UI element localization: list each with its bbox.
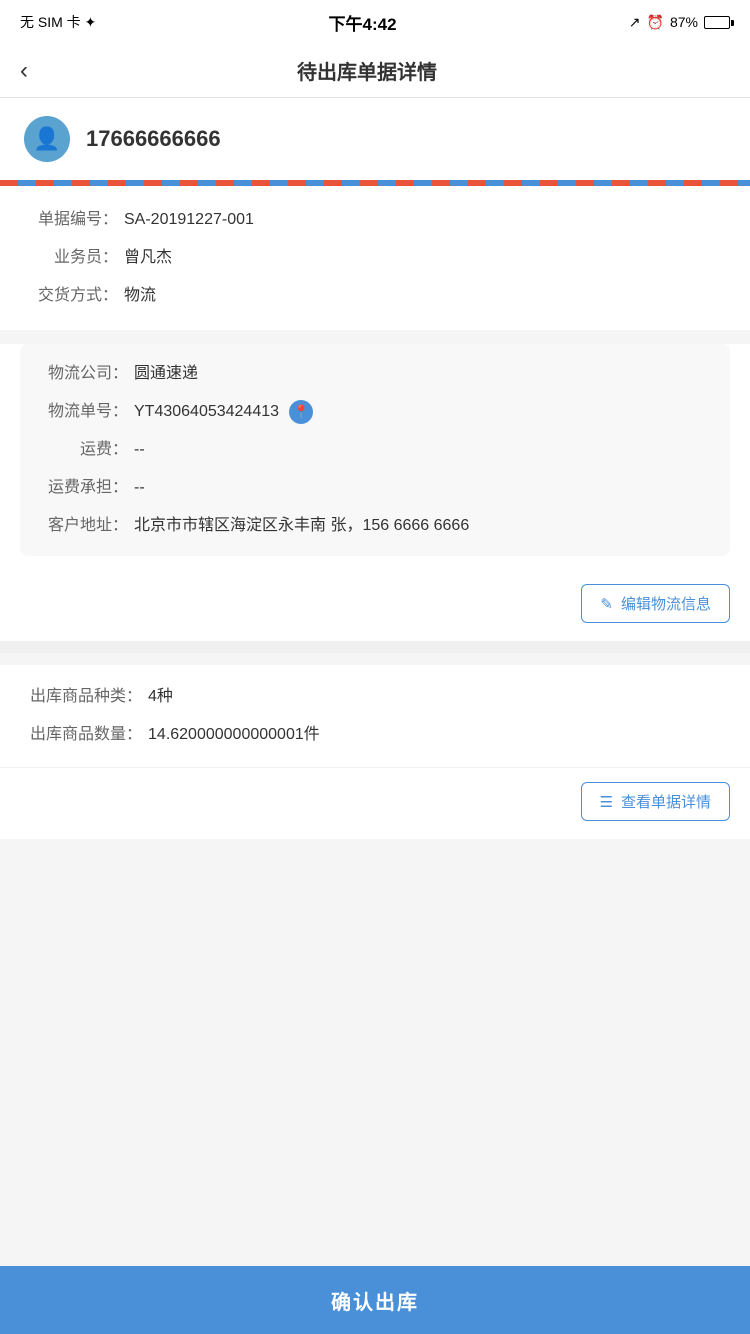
status-left: 无 SIM 卡 ✦: [20, 12, 96, 32]
salesman-value: 曾凡杰: [124, 246, 720, 270]
logistics-company-row: 物流公司： 圆通速递: [40, 362, 710, 386]
address-row: 客户地址： 北京市市辖区海淀区永丰南 张，156 6666 6666: [40, 514, 710, 538]
goods-type-label: 出库商品种类：: [30, 685, 142, 709]
battery-text: 87%: [670, 14, 698, 30]
salesman-label: 业务员：: [30, 246, 118, 270]
edit-btn-row: ✎ 编辑物流信息: [0, 570, 750, 641]
view-detail-btn-label: 查看单据详情: [621, 791, 711, 812]
freight-label: 运费：: [40, 438, 128, 462]
battery-icon: [704, 16, 730, 29]
doc-no-row: 单据编号： SA-20191227-001: [30, 208, 720, 232]
view-detail-button[interactable]: ☰ 查看单据详情: [581, 782, 730, 821]
confirm-btn-bar[interactable]: 确认出库: [0, 1266, 750, 1334]
tracking-location-icon[interactable]: 📍: [289, 400, 313, 424]
logistics-tracking-value: YT43064053424413 📍: [134, 400, 710, 424]
address-value: 北京市市辖区海淀区永丰南 张，156 6666 6666: [134, 514, 710, 538]
section-gap: [0, 641, 750, 653]
bottom-space: [0, 839, 750, 979]
freight-bearer-label: 运费承担：: [40, 476, 128, 500]
confirm-btn-label: 确认出库: [331, 1286, 419, 1315]
edit-logistics-button[interactable]: ✎ 编辑物流信息: [581, 584, 730, 623]
goods-type-value: 4种: [148, 685, 173, 709]
detail-list-icon: ☰: [600, 793, 613, 811]
goods-qty-value: 14.620000000000001件: [148, 723, 320, 747]
delivery-method-label: 交货方式：: [30, 284, 118, 308]
freight-value: --: [134, 438, 710, 462]
status-right: ↗ ⏰ 87%: [629, 14, 730, 31]
logistics-card: 物流公司： 圆通速递 物流单号： YT43064053424413 📍 运费： …: [20, 344, 730, 556]
goods-qty-label: 出库商品数量：: [30, 723, 142, 747]
logistics-section: 物流公司： 圆通速递 物流单号： YT43064053424413 📍 运费： …: [0, 344, 750, 641]
goods-qty-row: 出库商品数量： 14.620000000000001件: [30, 723, 720, 747]
doc-no-label: 单据编号：: [30, 208, 118, 232]
nav-bar: ‹ 待出库单据详情: [0, 44, 750, 98]
freight-row: 运费： --: [40, 438, 710, 462]
logistics-tracking-label: 物流单号：: [40, 400, 128, 424]
avatar-icon: 👤: [33, 126, 60, 152]
salesman-row: 业务员： 曾凡杰: [30, 246, 720, 270]
alarm-icon: ⏰: [647, 14, 664, 31]
edit-btn-label: 编辑物流信息: [621, 593, 711, 614]
edit-icon: ✎: [600, 595, 613, 613]
logistics-company-value: 圆通速递: [134, 362, 710, 386]
freight-bearer-value: --: [134, 476, 710, 500]
back-button[interactable]: ‹: [20, 57, 28, 85]
avatar: 👤: [24, 116, 70, 162]
goods-type-row: 出库商品种类： 4种: [30, 685, 720, 709]
customer-phone: 17666666666: [86, 126, 221, 152]
logistics-company-label: 物流公司：: [40, 362, 128, 386]
doc-no-value: SA-20191227-001: [124, 208, 720, 232]
freight-bearer-row: 运费承担： --: [40, 476, 710, 500]
order-info-section: 单据编号： SA-20191227-001 业务员： 曾凡杰 交货方式： 物流: [0, 186, 750, 330]
delivery-method-row: 交货方式： 物流: [30, 284, 720, 308]
delivery-method-value: 物流: [124, 284, 720, 308]
page-title: 待出库单据详情: [48, 56, 686, 85]
status-time: 下午4:42: [329, 10, 397, 35]
location-icon: ↗: [629, 14, 641, 31]
status-bar: 无 SIM 卡 ✦ 下午4:42 ↗ ⏰ 87%: [0, 0, 750, 44]
logistics-tracking-row: 物流单号： YT43064053424413 📍: [40, 400, 710, 424]
view-detail-btn-row: ☰ 查看单据详情: [0, 767, 750, 839]
goods-section: 出库商品种类： 4种 出库商品数量： 14.620000000000001件: [0, 665, 750, 767]
customer-row: 👤 17666666666: [0, 98, 750, 180]
address-label: 客户地址：: [40, 514, 128, 538]
